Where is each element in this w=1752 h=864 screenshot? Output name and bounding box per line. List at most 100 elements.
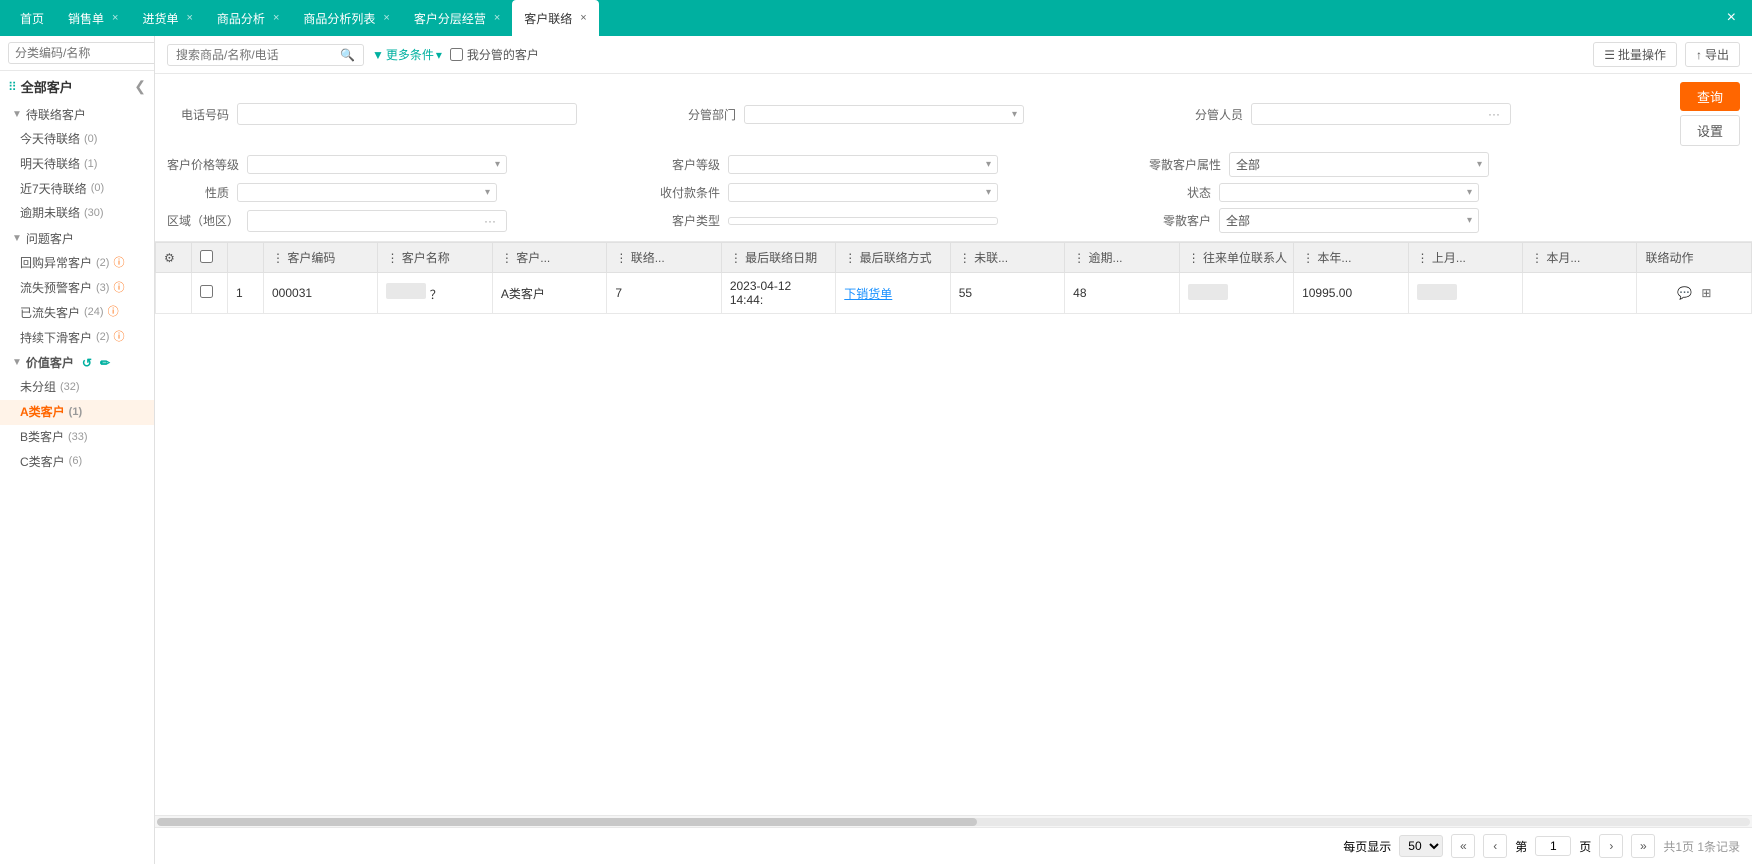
sidebar-item-c-class[interactable]: C类客户 (6) [0,450,154,475]
close-purchase-tab[interactable]: × [186,12,192,24]
last-page-btn[interactable]: » [1631,834,1655,858]
close-goods-analysis-tab[interactable]: × [273,12,279,24]
sidebar-item-unclassified[interactable]: 未分组 (32) [0,375,154,400]
th-last-contact-date[interactable]: ⋮ 最后联络日期 [721,243,835,273]
sidebar-item-7days[interactable]: 近7天待联络 (0) [0,177,154,202]
value-edit-icon[interactable]: ✏ [100,356,110,370]
scroll-track[interactable] [157,818,1750,826]
payment-label: 收付款条件 [658,184,728,201]
first-page-btn[interactable]: « [1451,834,1475,858]
pending-arrow: ▼ [12,109,22,120]
th-customer-name[interactable]: ⋮ 客户名称 [378,243,492,273]
sidebar-item-declining[interactable]: 持续下滑客户 (2) ⓘ [0,326,154,351]
close-all-tabs[interactable]: × [1719,9,1744,27]
th-unit-contact[interactable]: ⋮ 往来单位联系人 [1179,243,1293,273]
th-gear[interactable]: ⚙ [156,243,192,273]
tab-goods-analysis[interactable]: 商品分析 × [205,0,291,36]
sidebar-item-overdue[interactable]: 逾期未联络 (30) [0,201,154,226]
payment-select[interactable]: ▾ [728,183,998,202]
th-last-contact-method[interactable]: ⋮ 最后联络方式 [836,243,950,273]
th-contact-num[interactable]: ⋮ 联络... [607,243,721,273]
dept-select[interactable]: ▾ [744,105,1024,124]
filter-search-icon[interactable]: 🔍 [340,48,355,62]
th-last-month[interactable]: ⋮ 上月... [1408,243,1522,273]
problem-customers-header[interactable]: ▼ 问题客户 [0,226,154,251]
tab-customer-contact[interactable]: 客户联络 × [512,0,598,36]
declining-icon: ⓘ [113,330,124,345]
more-filters-label: 更多条件 [386,46,434,63]
retail-customer-select[interactable]: 全部 ▾ [1219,208,1479,233]
customer-grade-select[interactable]: ▾ [728,155,998,174]
filter-status: 状态 ▾ [1149,183,1620,202]
phone-input[interactable] [237,103,577,125]
tab-sales[interactable]: 销售单 × [56,0,130,36]
tab-home[interactable]: 首页 [8,0,56,36]
retail-attr-select[interactable]: 全部 ▾ [1229,152,1489,177]
region-select[interactable]: ··· [247,210,507,232]
th-overdue[interactable]: ⋮ 逾期... [1065,243,1179,273]
more-filters-btn[interactable]: ▼ 更多条件 ▾ [372,46,442,63]
select-all-checkbox[interactable] [200,250,213,263]
close-customer-segment-tab[interactable]: × [494,12,500,24]
filter-search-input[interactable] [176,48,336,62]
td-check[interactable] [192,273,228,314]
sidebar-item-a-class[interactable]: A类客户 (1) [0,400,154,425]
per-page-select[interactable]: 50 [1399,835,1443,857]
region-dots[interactable]: ··· [480,214,500,228]
next-page-btn[interactable]: › [1599,834,1623,858]
retail-customer-label: 零散客户 [1149,212,1219,229]
sidebar-item-churned[interactable]: 已流失客户 (24) ⓘ [0,301,154,326]
last-contact-link[interactable]: 下销货单 [844,287,892,301]
sidebar-item-b-class[interactable]: B类客户 (33) [0,425,154,450]
price-grade-select[interactable]: ▾ [247,155,507,174]
tab-purchase[interactable]: 进货单 × [130,0,204,36]
batch-op-btn[interactable]: ☰ 批量操作 [1593,42,1677,67]
unclassified-label: 未分组 [20,379,56,396]
filter-row-2: 客户价格等级 ▾ 客户等级 ▾ 零散客户属性 全部 [167,152,1740,177]
churn-warning-icon: ⓘ [113,281,124,296]
sidebar-search-input[interactable] [8,42,155,64]
tab-goods-analysis-list[interactable]: 商品分析列表 × [291,0,401,36]
th-this-year[interactable]: ⋮ 本年... [1294,243,1408,273]
row-action-chat[interactable]: 💬 [1677,286,1692,300]
value-customers-header[interactable]: ▼ 价值客户 ↺ ✏ [0,350,154,375]
sidebar-item-today[interactable]: 今天待联络 (0) [0,127,154,152]
sidebar-item-repurchase-abnormal[interactable]: 回购异常客户 (2) ⓘ [0,251,154,276]
filter-row-4: 区域（地区） ··· 客户类型 零散客户 全部 ▾ [167,208,1740,233]
export-btn[interactable]: ↑ 导出 [1685,42,1740,67]
staff-select[interactable]: ··· [1251,103,1511,125]
pending-contact-label: 待联络客户 [26,106,86,123]
filter-retail-customer: 零散客户 全部 ▾ [1149,208,1620,233]
all-customers-header[interactable]: ⠿ 全部客户 ❮ [0,71,154,102]
staff-dots[interactable]: ··· [1484,107,1504,121]
customer-type-select[interactable] [728,217,998,225]
total-info: 共1页 1条记录 [1663,838,1740,855]
th-no-contact[interactable]: ⋮ 未联... [950,243,1064,273]
sidebar-item-tomorrow[interactable]: 明天待联络 (1) [0,152,154,177]
th-this-month[interactable]: ⋮ 本月... [1522,243,1636,273]
th-customer-cat[interactable]: ⋮ 客户... [492,243,606,273]
query-btn[interactable]: 查询 [1680,82,1740,111]
th-check[interactable] [192,243,228,273]
nature-select[interactable]: ▾ [237,183,497,202]
horizontal-scrollbar[interactable] [155,815,1752,827]
td-no-contact: 55 [950,273,1064,314]
pending-contact-header[interactable]: ▼ 待联络客户 [0,102,154,127]
th-customer-code[interactable]: ⋮ 客户编码 [264,243,378,273]
sidebar-collapse-btn[interactable]: ❮ [134,78,146,95]
tab-customer-segment[interactable]: 客户分层经营 × [402,0,512,36]
close-sales-tab[interactable]: × [112,12,118,24]
sidebar-item-churn-warning[interactable]: 流失预警客户 (3) ⓘ [0,276,154,301]
filter-phone: 电话号码 [167,103,654,125]
status-select[interactable]: ▾ [1219,183,1479,202]
my-customers-checkbox[interactable] [450,48,463,61]
close-customer-contact-tab[interactable]: × [580,12,586,24]
scroll-thumb[interactable] [157,818,977,826]
value-refresh-icon[interactable]: ↺ [82,356,92,370]
close-goods-analysis-list-tab[interactable]: × [383,12,389,24]
row-action-share[interactable]: ⊞ [1701,286,1711,300]
settings-btn[interactable]: 设置 [1680,115,1740,146]
row-checkbox[interactable] [200,285,213,298]
page-input[interactable] [1535,836,1571,856]
prev-page-btn[interactable]: ‹ [1483,834,1507,858]
